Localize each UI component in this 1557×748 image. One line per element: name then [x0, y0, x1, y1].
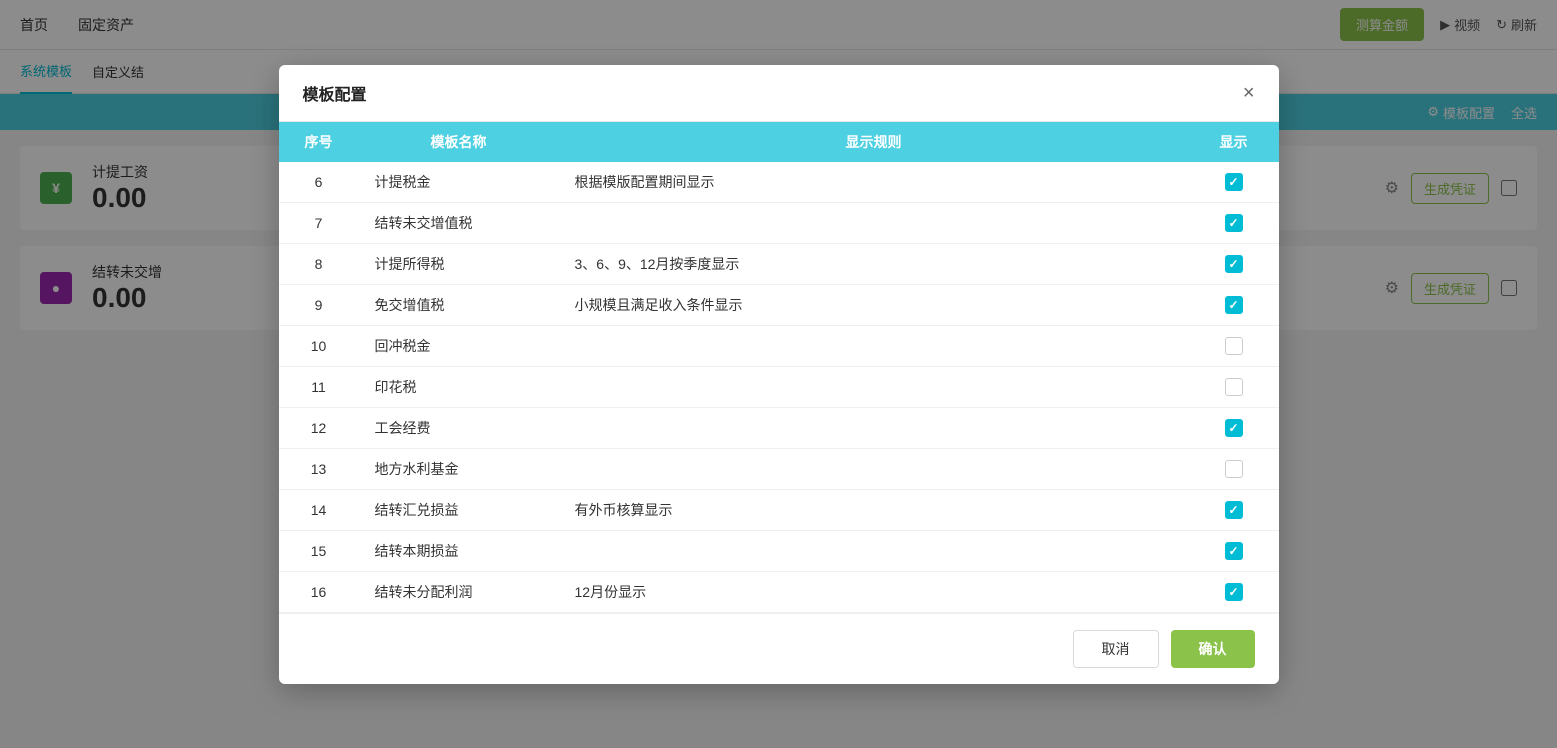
checkbox-10[interactable] — [1225, 583, 1243, 601]
col-rule: 显示规则 — [559, 122, 1189, 162]
checkbox-1[interactable] — [1225, 214, 1243, 232]
cell-rule-9 — [559, 530, 1189, 571]
cell-check-6[interactable] — [1189, 407, 1279, 448]
modal-footer: 取消 确认 — [279, 613, 1279, 684]
cell-check-7[interactable] — [1189, 448, 1279, 489]
checkbox-8[interactable] — [1225, 501, 1243, 519]
cell-name-6: 工会经费 — [359, 407, 559, 448]
cell-name-9: 结转本期损益 — [359, 530, 559, 571]
checkbox-5[interactable] — [1225, 378, 1243, 396]
table-row: 6计提税金根据模版配置期间显示 — [279, 162, 1279, 203]
table-row: 11印花税 — [279, 366, 1279, 407]
cell-rule-6 — [559, 407, 1189, 448]
cell-rule-8: 有外币核算显示 — [559, 489, 1189, 530]
cell-rule-10: 12月份显示 — [559, 571, 1189, 612]
checkbox-0[interactable] — [1225, 173, 1243, 191]
cell-check-4[interactable] — [1189, 325, 1279, 366]
cell-seq-9: 15 — [279, 530, 359, 571]
table-header-row: 序号 模板名称 显示规则 显示 — [279, 122, 1279, 162]
cell-name-3: 免交增值税 — [359, 284, 559, 325]
cell-seq-5: 11 — [279, 366, 359, 407]
cell-check-8[interactable] — [1189, 489, 1279, 530]
cell-seq-10: 16 — [279, 571, 359, 612]
table-row: 16结转未分配利润12月份显示 — [279, 571, 1279, 612]
modal-title: 模板配置 — [303, 81, 367, 105]
cell-rule-4 — [559, 325, 1189, 366]
cell-name-8: 结转汇兑损益 — [359, 489, 559, 530]
cell-check-1[interactable] — [1189, 202, 1279, 243]
table-row: 7结转未交增值税 — [279, 202, 1279, 243]
table-row: 10回冲税金 — [279, 325, 1279, 366]
cell-name-4: 回冲税金 — [359, 325, 559, 366]
cell-name-0: 计提税金 — [359, 162, 559, 203]
cell-check-3[interactable] — [1189, 284, 1279, 325]
modal-overlay: 模板配置 × 序号 模板名称 显示规则 显示 6计提税金根据模版配置期间显示7结… — [0, 0, 1557, 748]
modal-table-wrap: 序号 模板名称 显示规则 显示 6计提税金根据模版配置期间显示7结转未交增值税8… — [279, 122, 1279, 613]
checkbox-6[interactable] — [1225, 419, 1243, 437]
modal-close-button[interactable]: × — [1243, 83, 1255, 103]
checkbox-9[interactable] — [1225, 542, 1243, 560]
cell-seq-4: 10 — [279, 325, 359, 366]
cell-seq-1: 7 — [279, 202, 359, 243]
cell-check-2[interactable] — [1189, 243, 1279, 284]
table-row: 8计提所得税3、6、9、12月按季度显示 — [279, 243, 1279, 284]
cell-name-1: 结转未交增值税 — [359, 202, 559, 243]
cell-rule-5 — [559, 366, 1189, 407]
cell-check-9[interactable] — [1189, 530, 1279, 571]
checkbox-4[interactable] — [1225, 337, 1243, 355]
table-row: 13地方水利基金 — [279, 448, 1279, 489]
modal-header: 模板配置 × — [279, 65, 1279, 122]
cell-seq-8: 14 — [279, 489, 359, 530]
cell-rule-2: 3、6、9、12月按季度显示 — [559, 243, 1189, 284]
cell-name-10: 结转未分配利润 — [359, 571, 559, 612]
cell-seq-0: 6 — [279, 162, 359, 203]
cell-name-2: 计提所得税 — [359, 243, 559, 284]
checkbox-3[interactable] — [1225, 296, 1243, 314]
cell-check-5[interactable] — [1189, 366, 1279, 407]
cell-rule-1 — [559, 202, 1189, 243]
col-name: 模板名称 — [359, 122, 559, 162]
cell-rule-0: 根据模版配置期间显示 — [559, 162, 1189, 203]
confirm-button[interactable]: 确认 — [1171, 630, 1255, 668]
cell-seq-7: 13 — [279, 448, 359, 489]
checkbox-2[interactable] — [1225, 255, 1243, 273]
checkbox-7[interactable] — [1225, 460, 1243, 478]
table-row: 14结转汇兑损益有外币核算显示 — [279, 489, 1279, 530]
col-display: 显示 — [1189, 122, 1279, 162]
cell-rule-3: 小规模且满足收入条件显示 — [559, 284, 1189, 325]
cell-check-0[interactable] — [1189, 162, 1279, 203]
modal-table: 序号 模板名称 显示规则 显示 6计提税金根据模版配置期间显示7结转未交增值税8… — [279, 122, 1279, 613]
col-seq: 序号 — [279, 122, 359, 162]
cell-check-10[interactable] — [1189, 571, 1279, 612]
table-row: 12工会经费 — [279, 407, 1279, 448]
modal: 模板配置 × 序号 模板名称 显示规则 显示 6计提税金根据模版配置期间显示7结… — [279, 65, 1279, 684]
cell-seq-6: 12 — [279, 407, 359, 448]
cancel-button[interactable]: 取消 — [1073, 630, 1159, 668]
cell-name-7: 地方水利基金 — [359, 448, 559, 489]
table-row: 15结转本期损益 — [279, 530, 1279, 571]
cell-name-5: 印花税 — [359, 366, 559, 407]
cell-rule-7 — [559, 448, 1189, 489]
table-row: 9免交增值税小规模且满足收入条件显示 — [279, 284, 1279, 325]
cell-seq-2: 8 — [279, 243, 359, 284]
cell-seq-3: 9 — [279, 284, 359, 325]
